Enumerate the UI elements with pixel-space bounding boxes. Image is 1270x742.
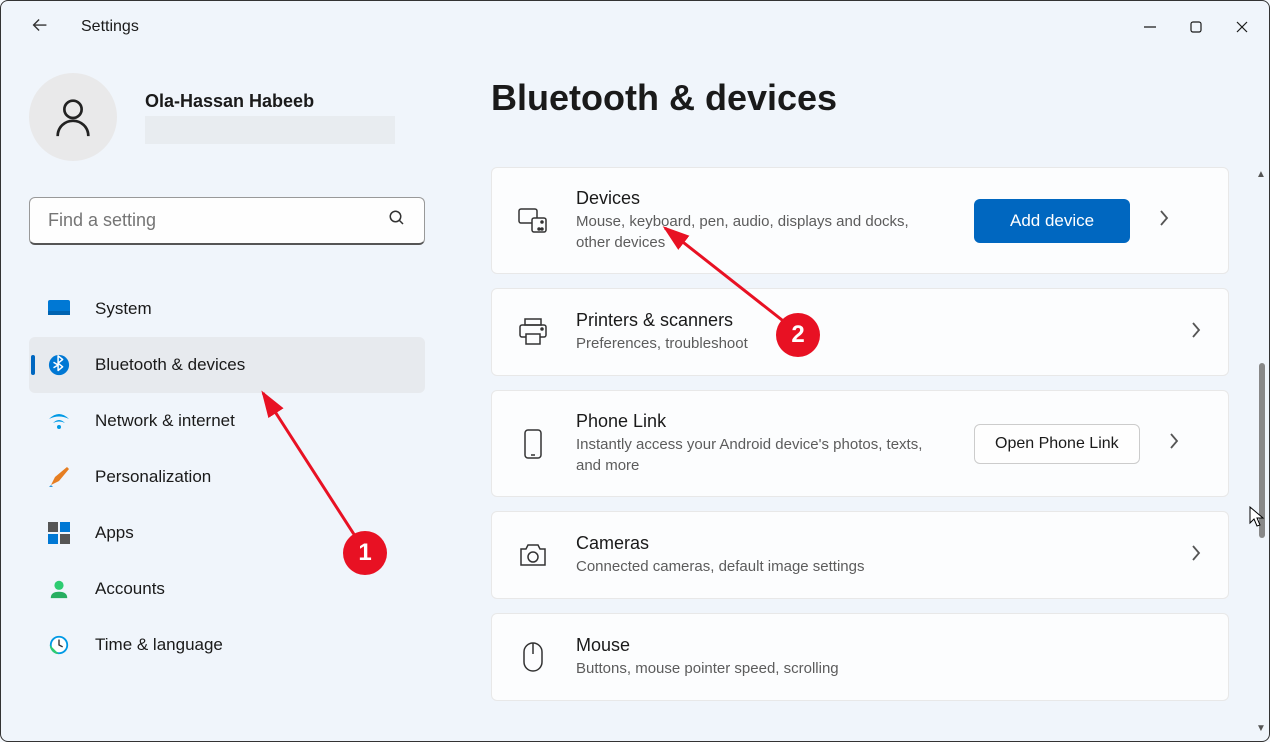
sidebar-item-label: Accounts bbox=[95, 579, 165, 599]
chevron-right-icon bbox=[1190, 321, 1202, 344]
sidebar-item-network[interactable]: Network & internet bbox=[29, 393, 425, 449]
card-phone-link[interactable]: Phone Link Instantly access your Android… bbox=[491, 390, 1229, 497]
card-subtitle: Connected cameras, default image setting… bbox=[576, 556, 1162, 577]
maximize-button[interactable] bbox=[1173, 7, 1219, 47]
mouse-icon bbox=[518, 642, 548, 672]
brush-icon bbox=[47, 465, 71, 489]
sidebar-item-bluetooth[interactable]: Bluetooth & devices bbox=[29, 337, 425, 393]
card-title: Devices bbox=[576, 188, 946, 209]
bluetooth-icon bbox=[47, 353, 71, 377]
card-subtitle: Preferences, troubleshoot bbox=[576, 333, 1162, 354]
annotation-badge-2: 2 bbox=[776, 313, 820, 357]
sidebar-item-time[interactable]: Time & language bbox=[29, 617, 425, 673]
wifi-icon bbox=[47, 409, 71, 433]
scroll-up-arrow[interactable]: ▲ bbox=[1255, 169, 1267, 181]
search-icon bbox=[388, 209, 406, 232]
sidebar-item-label: Apps bbox=[95, 523, 134, 543]
printer-icon bbox=[518, 317, 548, 347]
card-cameras[interactable]: Cameras Connected cameras, default image… bbox=[491, 511, 1229, 599]
mouse-cursor bbox=[1249, 506, 1267, 533]
card-printers[interactable]: Printers & scanners Preferences, trouble… bbox=[491, 288, 1229, 376]
apps-icon bbox=[47, 521, 71, 545]
sidebar-item-label: Time & language bbox=[95, 635, 223, 655]
camera-icon bbox=[518, 540, 548, 570]
sidebar-item-label: System bbox=[95, 299, 152, 319]
profile-name: Ola-Hassan Habeeb bbox=[145, 91, 395, 112]
phone-icon bbox=[518, 429, 548, 459]
back-button[interactable] bbox=[29, 14, 51, 41]
add-device-button[interactable]: Add device bbox=[974, 199, 1130, 243]
chevron-right-icon bbox=[1158, 209, 1170, 232]
sidebar-item-system[interactable]: System bbox=[29, 281, 425, 337]
card-mouse[interactable]: Mouse Buttons, mouse pointer speed, scro… bbox=[491, 613, 1229, 701]
card-devices[interactable]: Devices Mouse, keyboard, pen, audio, dis… bbox=[491, 167, 1229, 274]
search-box[interactable] bbox=[29, 197, 425, 245]
open-phone-link-button[interactable]: Open Phone Link bbox=[974, 424, 1140, 464]
annotation-badge-1: 1 bbox=[343, 531, 387, 575]
sidebar-item-label: Bluetooth & devices bbox=[95, 355, 245, 375]
accounts-icon bbox=[47, 577, 71, 601]
card-title: Mouse bbox=[576, 635, 1202, 656]
profile-section[interactable]: Ola-Hassan Habeeb bbox=[29, 73, 431, 161]
card-title: Phone Link bbox=[576, 411, 946, 432]
card-title: Printers & scanners bbox=[576, 310, 1162, 331]
avatar bbox=[29, 73, 117, 161]
search-input[interactable] bbox=[48, 210, 388, 231]
card-subtitle: Buttons, mouse pointer speed, scrolling bbox=[576, 658, 1202, 679]
card-subtitle: Mouse, keyboard, pen, audio, displays an… bbox=[576, 211, 946, 253]
chevron-right-icon bbox=[1190, 544, 1202, 567]
system-icon bbox=[47, 297, 71, 321]
card-title: Cameras bbox=[576, 533, 1162, 554]
app-title: Settings bbox=[81, 18, 139, 36]
page-title: Bluetooth & devices bbox=[491, 77, 1229, 119]
main-panel: Bluetooth & devices Devices Mouse, keybo… bbox=[431, 53, 1269, 741]
sidebar-item-personalization[interactable]: Personalization bbox=[29, 449, 425, 505]
clock-icon bbox=[47, 633, 71, 657]
profile-email-redacted bbox=[145, 116, 395, 144]
card-subtitle: Instantly access your Android device's p… bbox=[576, 434, 946, 476]
minimize-button[interactable] bbox=[1127, 7, 1173, 47]
chevron-right-icon bbox=[1168, 432, 1180, 455]
close-button[interactable] bbox=[1219, 7, 1265, 47]
sidebar: Ola-Hassan Habeeb System bbox=[1, 53, 431, 741]
nav-list: System Bluetooth & devices Network & int… bbox=[29, 281, 431, 673]
sidebar-item-label: Network & internet bbox=[95, 411, 235, 431]
titlebar: Settings bbox=[1, 1, 1269, 53]
devices-icon bbox=[518, 206, 548, 236]
sidebar-item-label: Personalization bbox=[95, 467, 211, 487]
scroll-down-arrow[interactable]: ▼ bbox=[1255, 723, 1267, 735]
